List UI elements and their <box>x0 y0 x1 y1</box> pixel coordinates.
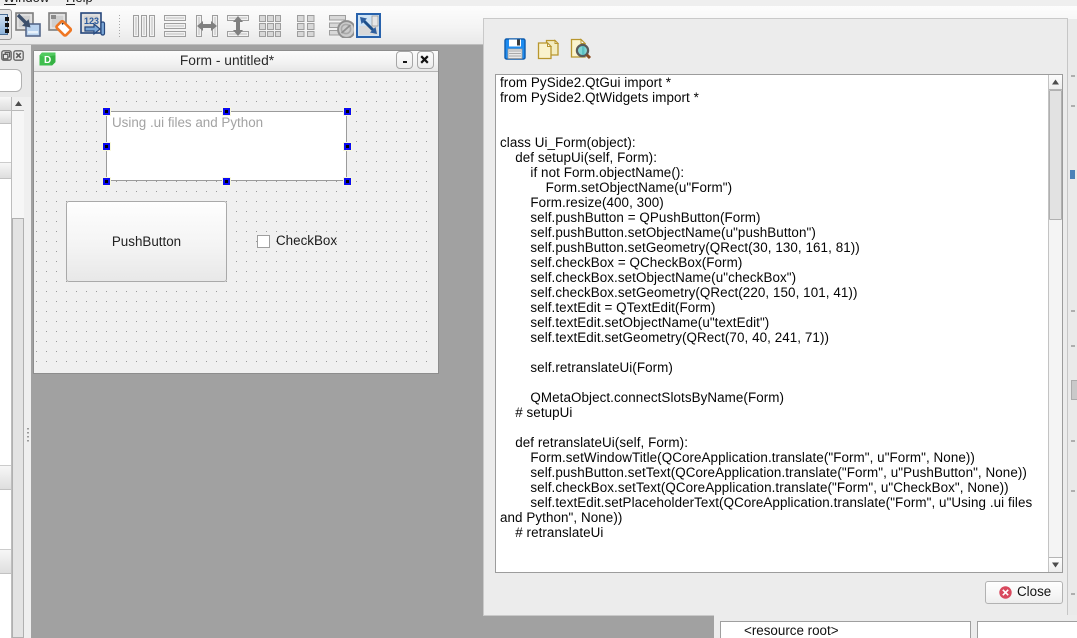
svg-text:123: 123 <box>84 16 99 26</box>
